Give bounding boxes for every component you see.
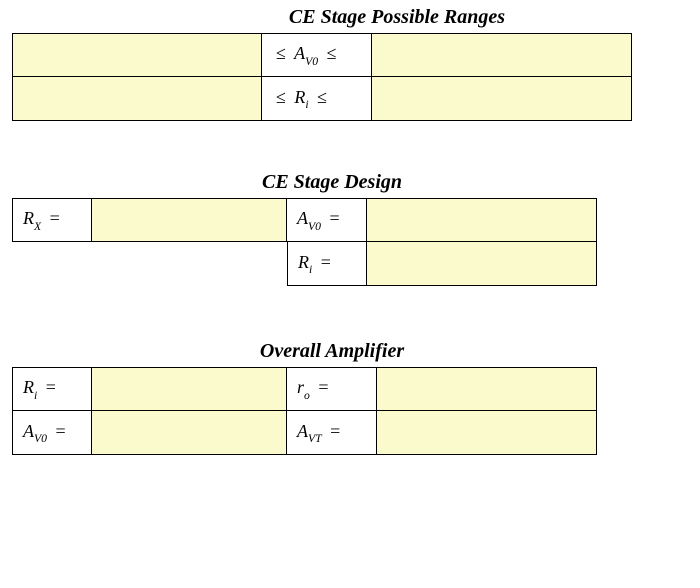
range-row-ri: ≤ Ri ≤ [12, 77, 632, 121]
ri-range-label: ≤ Ri ≤ [262, 77, 372, 121]
design-ri-label: Ri = [287, 242, 367, 286]
range-row-av0: ≤ AV0 ≤ [12, 33, 632, 77]
overall-av0-label: AV0 = [12, 411, 92, 455]
design-av0-label: AV0 = [287, 198, 367, 242]
av0-upper-input[interactable] [372, 33, 632, 77]
overall-avt-input[interactable] [377, 411, 597, 455]
ri-lower-input[interactable] [12, 77, 262, 121]
ce-stage-possible-ranges-section: CE Stage Possible Ranges ≤ AV0 ≤ ≤ Ri ≤ [12, 6, 632, 121]
av0-lower-input[interactable] [12, 33, 262, 77]
overall-ri-label: Ri = [12, 367, 92, 411]
ri-upper-input[interactable] [372, 77, 632, 121]
design-ri-input[interactable] [367, 242, 597, 286]
overall-amplifier-section: Overall Amplifier Ri = ro = AV0 = AVT = [12, 340, 652, 455]
overall-row-1: Ri = ro = [12, 367, 652, 411]
av0-range-label: ≤ AV0 ≤ [262, 33, 372, 77]
overall-av0-input[interactable] [92, 411, 287, 455]
section3-title: Overall Amplifier [12, 340, 652, 363]
overall-row-2: AV0 = AVT = [12, 411, 652, 455]
overall-ro-label: ro = [287, 367, 377, 411]
rx-input[interactable] [92, 198, 287, 242]
rx-label: RX = [12, 198, 92, 242]
overall-avt-label: AVT = [287, 411, 377, 455]
design-row-2: Ri = [287, 242, 652, 286]
design-av0-input[interactable] [367, 198, 597, 242]
overall-ri-input[interactable] [92, 367, 287, 411]
design-row-1: RX = AV0 = [12, 198, 652, 242]
ce-stage-design-section: CE Stage Design RX = AV0 = Ri = [12, 171, 652, 286]
section1-title: CE Stage Possible Ranges [162, 6, 632, 29]
section2-title: CE Stage Design [12, 171, 652, 194]
overall-ro-input[interactable] [377, 367, 597, 411]
